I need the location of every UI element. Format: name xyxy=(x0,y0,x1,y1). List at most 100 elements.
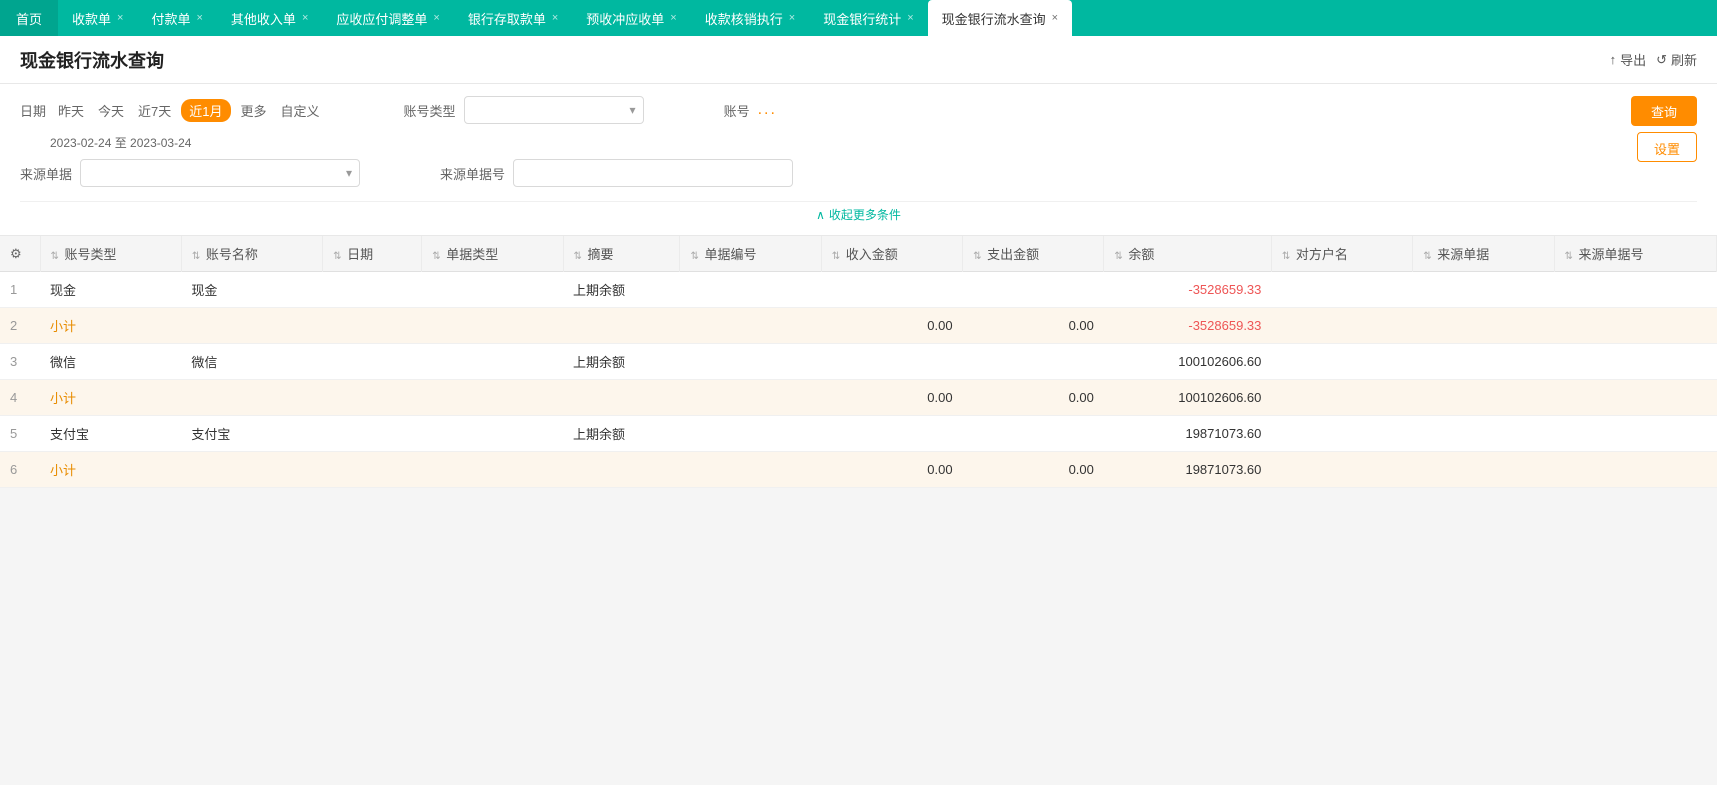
account-type-label: 账号类型 xyxy=(404,101,456,120)
row-expense: 0.00 xyxy=(963,380,1104,416)
query-button[interactable]: 查询 xyxy=(1631,96,1697,126)
table-row[interactable]: 3 微信 微信 上期余额 100102606.60 xyxy=(0,344,1717,380)
row-counterparty xyxy=(1271,416,1412,452)
close-icon[interactable]: × xyxy=(433,12,439,24)
close-icon[interactable]: × xyxy=(302,12,308,24)
row-doc-type xyxy=(422,344,563,380)
col-gear[interactable]: ⚙ xyxy=(0,236,40,272)
table-row[interactable]: 6 小计 0.00 0.00 19871073.60 xyxy=(0,452,1717,488)
row-doc-type xyxy=(422,272,563,308)
sort-icon: ⇅ xyxy=(1423,251,1431,262)
row-doc-type xyxy=(422,416,563,452)
row-doc-type xyxy=(422,452,563,488)
close-icon[interactable]: × xyxy=(196,12,202,24)
date-filter-group: 日期 昨天 今天 近7天 近1月 更多 自定义 xyxy=(20,99,324,122)
row-date xyxy=(323,380,422,416)
col-acct-type[interactable]: ⇅ 账号类型 xyxy=(40,236,181,272)
row-summary: 上期余额 xyxy=(563,416,680,452)
account-type-select-wrapper xyxy=(464,96,644,124)
collapse-bar[interactable]: ∧ 收起更多条件 xyxy=(20,201,1697,227)
date-today[interactable]: 今天 xyxy=(94,99,128,122)
source-doc-label: 来源单据 xyxy=(20,164,72,183)
sort-icon: ⇅ xyxy=(192,251,200,262)
col-summary[interactable]: ⇅ 摘要 xyxy=(563,236,680,272)
row-source-doc xyxy=(1413,308,1554,344)
row-source-doc xyxy=(1413,416,1554,452)
col-counterparty[interactable]: ⇅ 对方户名 xyxy=(1271,236,1412,272)
date-custom[interactable]: 自定义 xyxy=(277,99,324,122)
row-acct-name: 现金 xyxy=(181,272,322,308)
source-doc-filter-group: 来源单据 xyxy=(20,159,360,187)
row-doc-no xyxy=(680,380,821,416)
account-more-button[interactable]: ... xyxy=(758,101,777,119)
col-doc-no[interactable]: ⇅ 单据编号 xyxy=(680,236,821,272)
nav-tab-shoukuan[interactable]: 收款单 × xyxy=(58,0,137,36)
close-icon[interactable]: × xyxy=(789,12,795,24)
nav-tab-shoukuanhexiao[interactable]: 收款核销执行 × xyxy=(691,0,809,36)
row-date xyxy=(323,452,422,488)
close-icon[interactable]: × xyxy=(552,12,558,24)
date-more[interactable]: 更多 xyxy=(237,99,271,122)
col-doc-type[interactable]: ⇅ 单据类型 xyxy=(422,236,563,272)
table-header-row: ⚙ ⇅ 账号类型 ⇅ 账号名称 ⇅ 日期 ⇅ 单据类型 xyxy=(0,236,1717,272)
export-button[interactable]: ↑ 导出 xyxy=(1610,50,1647,69)
row-source-doc-no xyxy=(1554,452,1716,488)
close-icon[interactable]: × xyxy=(670,12,676,24)
row-date xyxy=(323,344,422,380)
nav-tab-xianjinyinhang[interactable]: 现金银行统计 × xyxy=(809,0,927,36)
account-type-filter-group: 账号类型 xyxy=(404,96,644,124)
nav-tab-yinhangcunqu[interactable]: 银行存取款单 × xyxy=(454,0,572,36)
nav-tab-yushouying[interactable]: 预收冲应收单 × xyxy=(572,0,690,36)
settings-button[interactable]: 设置 xyxy=(1637,132,1697,162)
row-acct-name: 支付宝 xyxy=(181,416,322,452)
row-acct-type: 小计 xyxy=(40,308,181,344)
table-row[interactable]: 2 小计 0.00 0.00 -3528659.33 xyxy=(0,308,1717,344)
col-income[interactable]: ⇅ 收入金额 xyxy=(821,236,962,272)
top-navigation: 首页 收款单 × 付款单 × 其他收入单 × 应收应付调整单 × 银行存取款单 … xyxy=(0,0,1717,36)
source-doc-num-input[interactable] xyxy=(513,159,793,187)
source-doc-select[interactable] xyxy=(80,159,360,187)
nav-tab-fukuan[interactable]: 付款单 × xyxy=(137,0,216,36)
close-icon[interactable]: × xyxy=(907,12,913,24)
nav-tab-liushui[interactable]: 现金银行流水查询 × xyxy=(928,0,1072,36)
col-balance[interactable]: ⇅ 余额 xyxy=(1104,236,1272,272)
sort-icon: ⇅ xyxy=(333,251,341,262)
date-1month[interactable]: 近1月 xyxy=(181,99,230,122)
nav-home[interactable]: 首页 xyxy=(0,0,58,36)
row-acct-type: 微信 xyxy=(40,344,181,380)
gear-icon[interactable]: ⚙ xyxy=(10,246,22,261)
close-icon[interactable]: × xyxy=(1052,12,1058,24)
row-income xyxy=(821,416,962,452)
account-type-select[interactable] xyxy=(464,96,644,124)
account-filter-group: 账号 ... xyxy=(724,101,777,120)
date-yesterday[interactable]: 昨天 xyxy=(54,99,88,122)
nav-tab-qitashouru[interactable]: 其他收入单 × xyxy=(217,0,322,36)
row-index: 2 xyxy=(0,308,40,344)
row-doc-no xyxy=(680,452,821,488)
row-balance: -3528659.33 xyxy=(1104,272,1272,308)
col-source-doc-no[interactable]: ⇅ 来源单据号 xyxy=(1554,236,1716,272)
sort-icon: ⇅ xyxy=(690,251,698,262)
row-balance: -3528659.33 xyxy=(1104,308,1272,344)
date-7days[interactable]: 近7天 xyxy=(134,99,175,122)
close-icon[interactable]: × xyxy=(117,12,123,24)
col-expense[interactable]: ⇅ 支出金额 xyxy=(963,236,1104,272)
source-doc-num-filter-group: 来源单据号 xyxy=(440,159,793,187)
row-expense: 0.00 xyxy=(963,308,1104,344)
col-date[interactable]: ⇅ 日期 xyxy=(323,236,422,272)
row-balance: 100102606.60 xyxy=(1104,380,1272,416)
col-acct-name[interactable]: ⇅ 账号名称 xyxy=(181,236,322,272)
row-source-doc xyxy=(1413,380,1554,416)
row-expense xyxy=(963,272,1104,308)
filter-section: 日期 昨天 今天 近7天 近1月 更多 自定义 账号类型 xyxy=(0,84,1717,236)
refresh-button[interactable]: ↺ 刷新 xyxy=(1656,50,1697,69)
col-source-doc[interactable]: ⇅ 来源单据 xyxy=(1413,236,1554,272)
table-row[interactable]: 1 现金 现金 上期余额 -3528659.33 xyxy=(0,272,1717,308)
sort-icon: ⇅ xyxy=(51,251,59,262)
table-row[interactable]: 4 小计 0.00 0.00 100102606.60 xyxy=(0,380,1717,416)
date-filter-label: 日期 xyxy=(20,101,46,120)
row-date xyxy=(323,416,422,452)
row-summary: 上期余额 xyxy=(563,272,680,308)
table-row[interactable]: 5 支付宝 支付宝 上期余额 19871073.60 xyxy=(0,416,1717,452)
nav-tab-yingshouyingfu[interactable]: 应收应付调整单 × xyxy=(322,0,453,36)
